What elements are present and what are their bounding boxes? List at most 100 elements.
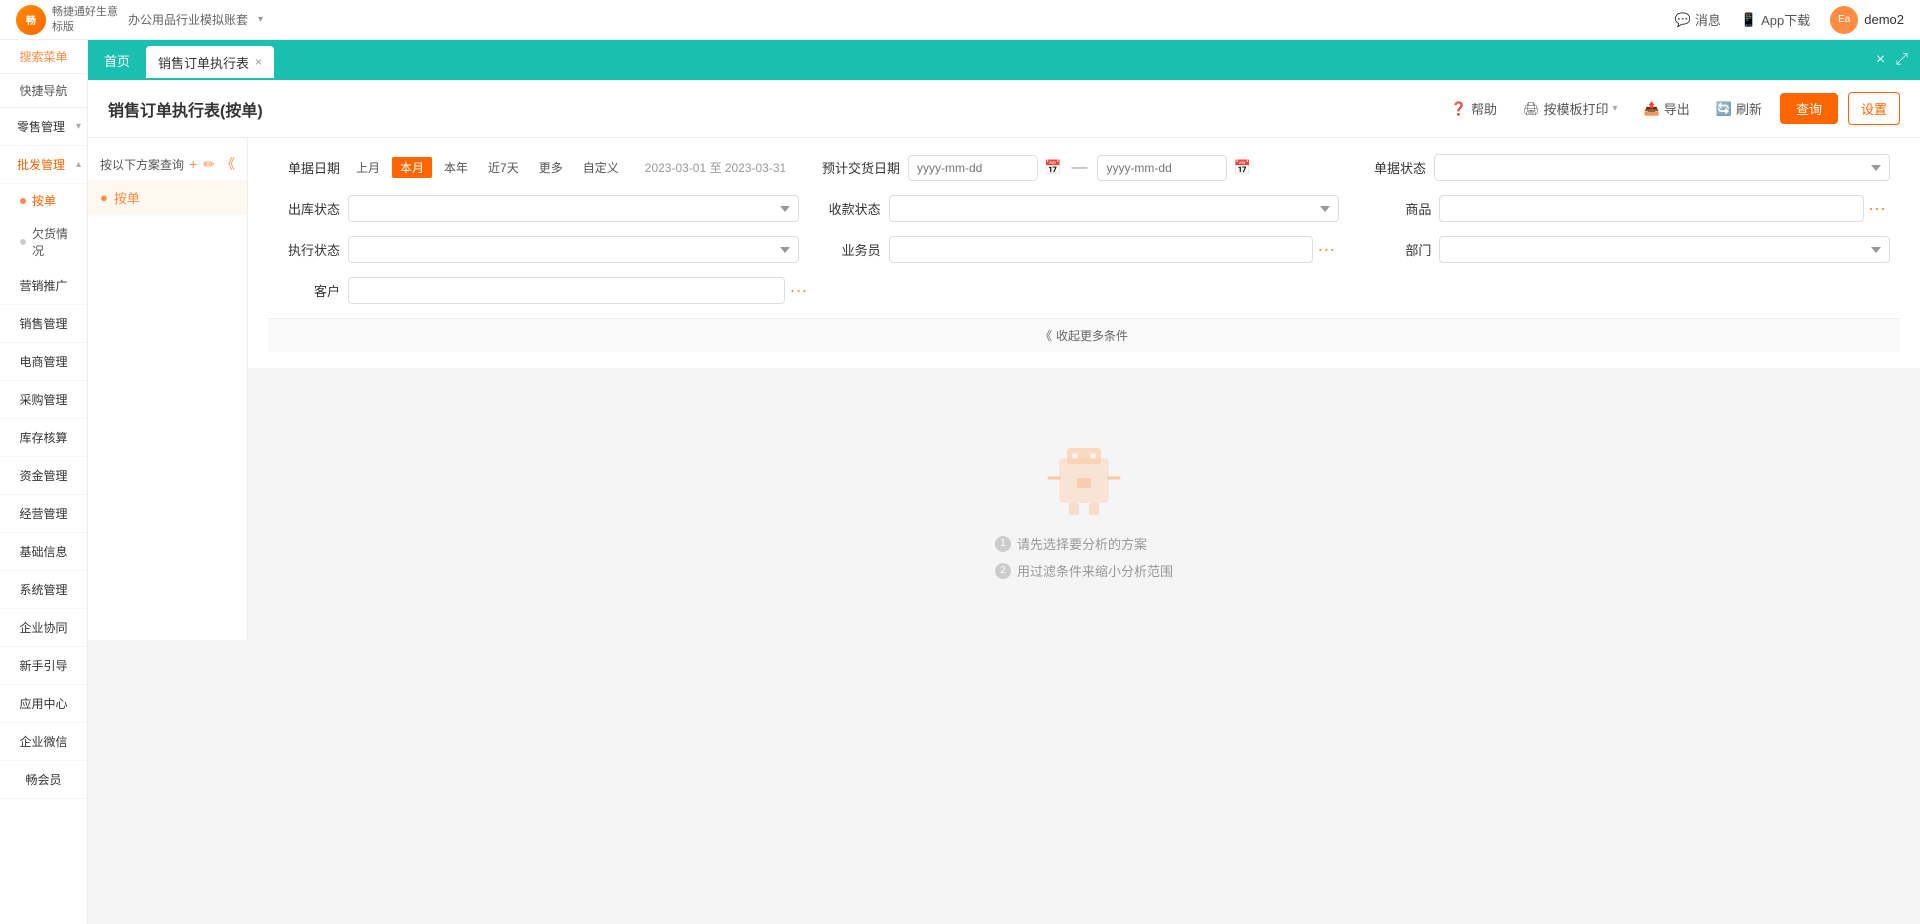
empty-tip-2: 2 用过滤条件来缩小分析范围: [995, 561, 1173, 580]
customer-label: 客户: [268, 281, 348, 300]
tip-num-1: 1: [995, 536, 1011, 552]
customer-input[interactable]: [348, 277, 785, 304]
logo-icon: 畅: [16, 5, 46, 35]
main-layout: 搜索菜单 快捷导航 零售管理 ▾ 批发管理 ▴ 按单 欠货情况 营销推广 销售管…: [0, 40, 1920, 924]
sidebar-item-guide[interactable]: 新手引导: [0, 647, 87, 685]
date-tab-more[interactable]: 更多: [531, 157, 571, 178]
expected-date-to[interactable]: [1097, 155, 1227, 181]
dept-label: 部门: [1359, 240, 1439, 259]
help-icon: ❓: [1451, 101, 1467, 117]
refresh-button[interactable]: 🔄 刷新: [1708, 95, 1770, 122]
tab-bar-actions: × ⤢: [1876, 51, 1920, 69]
collect-select[interactable]: [889, 195, 1340, 222]
date-filter-label: 单据日期: [268, 158, 348, 177]
sidebar-sub-item-backorder[interactable]: 欠货情况: [0, 217, 87, 267]
tab-page[interactable]: 销售订单执行表 ×: [146, 46, 274, 78]
sidebar-item-apps[interactable]: 应用中心: [0, 685, 87, 723]
date-tab-this-month[interactable]: 本月: [392, 157, 432, 178]
print-icon: 🖨: [1523, 101, 1540, 117]
sidebar-item-sales[interactable]: 销售管理: [0, 305, 87, 343]
page-content: 销售订单执行表(按单) ❓ 帮助 🖨 按模板打印 ▾ 📤 导出: [88, 80, 1920, 924]
sidebar-item-corp[interactable]: 企业协同: [0, 609, 87, 647]
print-button[interactable]: 🖨 按模板打印 ▾: [1515, 95, 1626, 122]
user-area[interactable]: Ea demo2: [1830, 6, 1904, 34]
expected-date-from[interactable]: [908, 155, 1038, 181]
empty-tip-1: 1 请先选择要分析的方案: [995, 534, 1173, 553]
sidebar-item-wechat[interactable]: 企业微信: [0, 723, 87, 761]
scheme-item-by-order[interactable]: ● 按单: [88, 180, 247, 215]
empty-illustration: [1039, 428, 1129, 518]
sidebar-item-finance[interactable]: 资金管理: [0, 457, 87, 495]
window-close-icon[interactable]: ×: [1876, 51, 1885, 69]
main-inner: 按以下方案查询 + ✏ 《 ● 按单: [88, 138, 1920, 640]
sidebar-item-inventory[interactable]: 库存核算: [0, 419, 87, 457]
collect-label: 收款状态: [809, 199, 889, 218]
goods-label: 商品: [1359, 199, 1439, 218]
sidebar-item-operation[interactable]: 经营管理: [0, 495, 87, 533]
goods-input[interactable]: [1439, 195, 1864, 222]
date-tab-7days[interactable]: 近7天: [480, 157, 527, 178]
chevron-down-icon: ▾: [76, 121, 81, 132]
scheme-add-icon[interactable]: +: [189, 156, 197, 172]
help-button[interactable]: ❓ 帮助: [1443, 95, 1505, 122]
sidebar-item-retail[interactable]: 零售管理 ▾: [0, 108, 87, 146]
logo-area: 畅 畅捷通好生意 标版: [16, 5, 118, 35]
exec-select[interactable]: [348, 236, 799, 263]
app-dropdown-icon[interactable]: ▾: [258, 14, 263, 25]
setting-button[interactable]: 设置: [1848, 92, 1900, 125]
collapse-bar[interactable]: 《 收起更多条件: [268, 318, 1900, 352]
tip-num-2: 2: [995, 563, 1011, 579]
sidebar-item-member[interactable]: 畅会员: [0, 761, 87, 799]
tab-close-icon[interactable]: ×: [255, 56, 262, 68]
sidebar-item-ecommerce[interactable]: 电商管理: [0, 343, 87, 381]
sidebar-item-system[interactable]: 系统管理: [0, 571, 87, 609]
sidebar-item-marketing[interactable]: 营销推广: [0, 267, 87, 305]
filter-row-4: 客户 ···: [268, 277, 1900, 304]
content-area: 首页 销售订单执行表 × × ⤢ 销售订单执行表(按单) ❓ 帮助: [88, 40, 1920, 924]
sub-dot2-icon: [20, 239, 26, 245]
salesman-input[interactable]: [889, 236, 1314, 263]
calendar-icon-2: 📅: [1233, 159, 1250, 176]
user-name: demo2: [1864, 12, 1904, 27]
print-dropdown-icon[interactable]: ▾: [1613, 103, 1618, 114]
date-tab-last-month[interactable]: 上月: [348, 157, 388, 178]
sidebar-sub-item-by-order[interactable]: 按单: [0, 184, 87, 217]
filter-row-3: 执行状态 业务员: [268, 236, 1900, 263]
download-button[interactable]: 📱 App下载: [1741, 10, 1810, 29]
export-button[interactable]: 📤 导出: [1636, 95, 1698, 122]
scheme-header: 按以下方案查询 + ✏ 《: [88, 148, 247, 180]
message-button[interactable]: 💬 消息: [1675, 10, 1721, 29]
sidebar-search[interactable]: 搜索菜单: [0, 40, 87, 74]
customer-more-icon[interactable]: ···: [785, 280, 811, 301]
expected-date-label: 预计交货日期: [818, 158, 908, 177]
date-tab-custom[interactable]: 自定义: [575, 157, 627, 178]
collapse-up-icon: 《: [1040, 327, 1052, 344]
header-right: 💬 消息 📱 App下载 Ea demo2: [1675, 6, 1904, 34]
sidebar-item-basic[interactable]: 基础信息: [0, 533, 87, 571]
query-button[interactable]: 查询: [1780, 93, 1838, 124]
scheme-collapse-icon[interactable]: 《: [221, 154, 235, 174]
salesman-label: 业务员: [809, 240, 889, 259]
date-tab-this-year[interactable]: 本年: [436, 157, 476, 178]
window-maximize-icon[interactable]: ⤢: [1895, 51, 1908, 69]
dept-select[interactable]: [1439, 236, 1890, 263]
status-label: 单据状态: [1364, 158, 1434, 177]
refresh-icon: 🔄: [1716, 101, 1732, 117]
download-icon: 📱: [1741, 12, 1757, 28]
sidebar-item-wholesale[interactable]: 批发管理 ▴: [0, 146, 87, 184]
filter-row-2: 出库状态 收款状态: [268, 195, 1900, 222]
logo-text: 畅捷通好生意 标版: [52, 5, 118, 34]
sidebar-item-purchase[interactable]: 采购管理: [0, 381, 87, 419]
scheme-panel: 按以下方案查询 + ✏ 《 ● 按单: [88, 138, 248, 640]
scheme-dot-icon: ●: [100, 190, 108, 205]
outbound-select[interactable]: [348, 195, 799, 222]
sidebar-shortcut[interactable]: 快捷导航: [0, 74, 87, 108]
collapse-label: 收起更多条件: [1056, 327, 1128, 344]
app-name-label: 办公用品行业模拟账套: [128, 11, 248, 28]
status-select[interactable]: [1434, 154, 1890, 181]
chevron-up-icon: ▴: [76, 159, 81, 170]
goods-more-icon[interactable]: ···: [1864, 198, 1890, 219]
scheme-edit-icon[interactable]: ✏: [203, 156, 215, 173]
salesman-more-icon[interactable]: ···: [1313, 239, 1339, 260]
tab-home[interactable]: 首页: [88, 40, 146, 80]
